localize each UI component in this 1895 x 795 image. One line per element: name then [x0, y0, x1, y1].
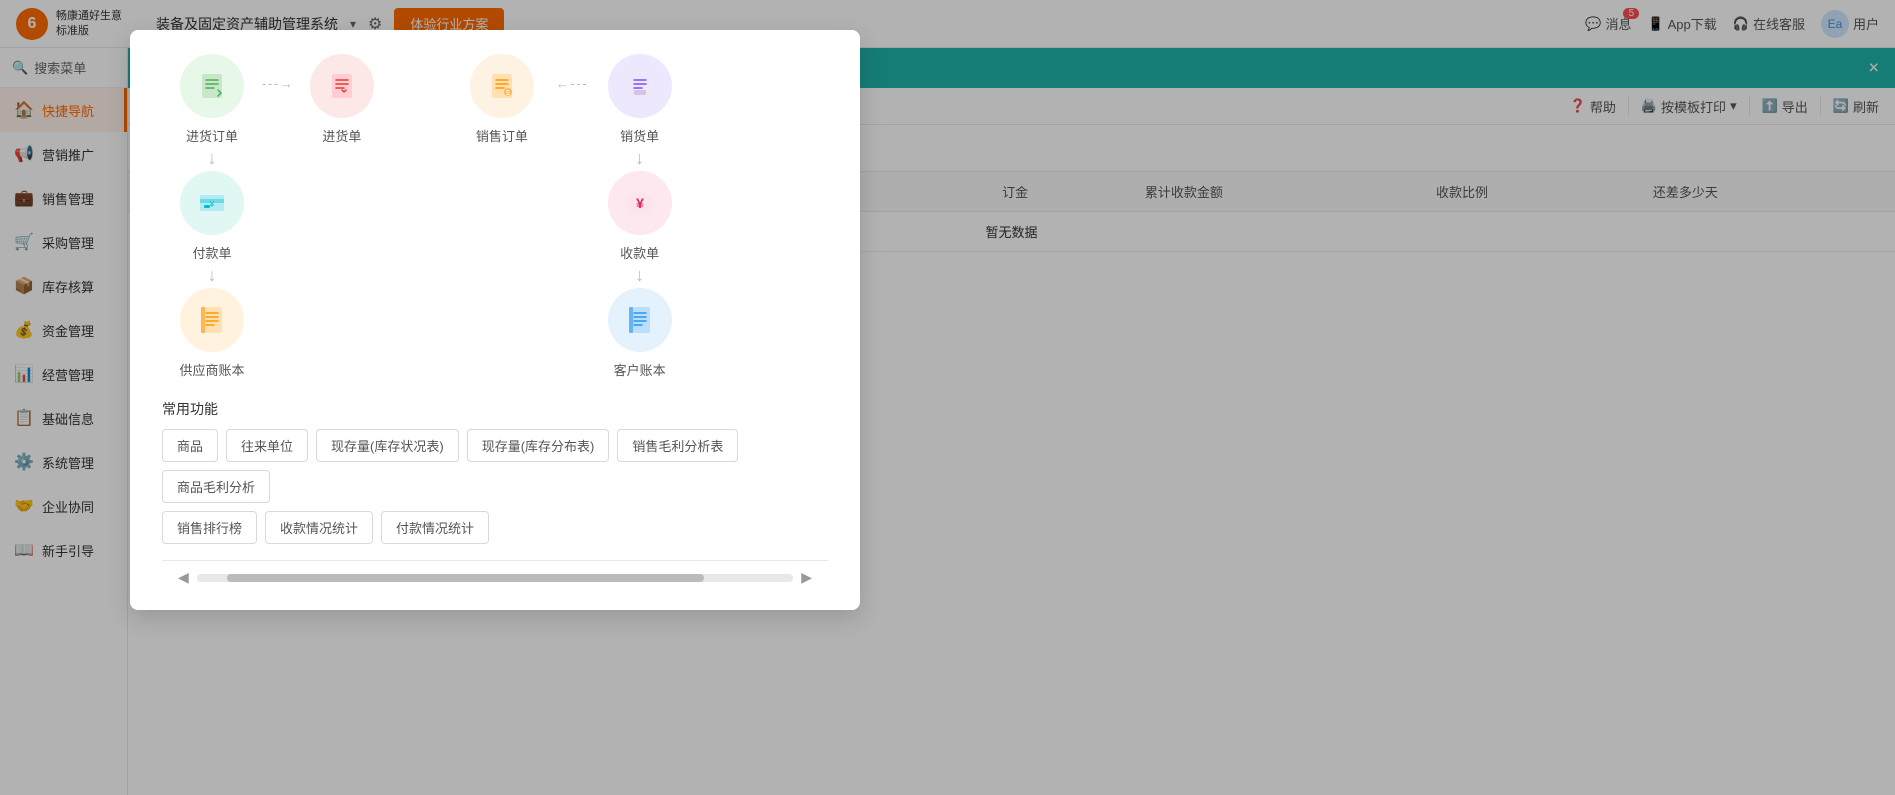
flow-diagram: 进货订单 ↓ ¥ 付款单 ↓ [162, 54, 828, 379]
arrow-down-3: ↓ [208, 266, 217, 284]
func-btn-sales-profit[interactable]: 销售毛利分析表 [617, 429, 738, 462]
quick-nav-popup: 进货订单 ↓ ¥ 付款单 ↓ [130, 48, 860, 610]
arrow-down-4: ↓ [635, 266, 644, 284]
flow-node-customer-ledger[interactable]: 客户账本 [590, 288, 690, 379]
func-btn-receipt-stats[interactable]: 收款情况统计 [265, 511, 373, 544]
svg-text:$: $ [506, 90, 510, 97]
flow-node-payment[interactable]: ¥ 付款单 [162, 171, 262, 262]
popup-overlay: 进货订单 ↓ ¥ 付款单 ↓ [128, 48, 1895, 795]
scroll-track[interactable] [197, 574, 793, 582]
purchase-order-icon [180, 54, 244, 118]
main-area: 🔍 搜索菜单 🏠 快捷导航 📢 营销推广 💼 销售管理 🛒 采购管理 📦 [0, 48, 1895, 795]
flow-node-purchase-bill[interactable]: 进货单 [292, 54, 392, 145]
purchase-bill-icon [310, 54, 374, 118]
arrow-down-1: ↓ [208, 149, 217, 167]
flow-node-supplier-ledger[interactable]: 供应商账本 [162, 288, 262, 379]
arrow-down-2: ↓ [635, 149, 644, 167]
func-btn-stock-dist[interactable]: 现存量(库存分布表) [467, 429, 610, 462]
content-area: 首页 销售订单执行表 × × ❓ 帮助 🖨️ 按模板打印 ▾ [128, 48, 1895, 795]
payment-icon: ¥ [180, 171, 244, 235]
receipt-icon: ¥ [608, 171, 672, 235]
func-btn-product[interactable]: 商品 [162, 429, 218, 462]
func-btn-sales-ranking[interactable]: 销售排行榜 [162, 511, 257, 544]
customer-ledger-icon [608, 288, 672, 352]
common-functions-section: 常用功能 商品 往来单位 现存量(库存状况表) 现存量(库存分布表) 销售毛利分… [162, 399, 828, 544]
sales-bill-icon [608, 54, 672, 118]
svg-text:¥: ¥ [636, 195, 644, 211]
right-flow-main: 销货单 ↓ ¥ 收款单 ↓ [590, 54, 690, 379]
func-btn-stock-status[interactable]: 现存量(库存状况表) [316, 429, 459, 462]
func-buttons-row2: 销售排行榜 收款情况统计 付款情况统计 [162, 511, 828, 544]
flow-node-sales-order[interactable]: $ 销售订单 [452, 54, 552, 145]
func-btn-counterpart[interactable]: 往来单位 [226, 429, 308, 462]
flow-node-purchase-order[interactable]: 进货订单 [162, 54, 262, 145]
func-buttons-row1: 商品 往来单位 现存量(库存状况表) 现存量(库存分布表) 销售毛利分析表 商品… [162, 429, 828, 503]
app-container: 6 畅康通好生意 标准版 装备及固定资产辅助管理系统 ▾ ⚙ 体验行业方案 💬 … [0, 0, 1895, 795]
h-arrow-2: ← - - - [552, 54, 590, 91]
flow-node-sales-bill[interactable]: 销货单 [590, 54, 690, 145]
func-btn-product-profit[interactable]: 商品毛利分析 [162, 470, 270, 503]
scroll-area: ◀ ▶ [162, 560, 828, 594]
h-arrow-1: - - - → [262, 54, 292, 91]
supplier-ledger-icon [180, 288, 244, 352]
right-flow-sales-order: $ 销售订单 [452, 54, 552, 145]
left-flow: 进货订单 ↓ ¥ 付款单 ↓ [162, 54, 262, 379]
purchase-bill-col: 进货单 [292, 54, 392, 145]
flow-node-receipt[interactable]: ¥ 收款单 [590, 171, 690, 262]
svg-text:¥: ¥ [209, 200, 215, 209]
func-btn-payment-stats[interactable]: 付款情况统计 [381, 511, 489, 544]
popup-content: 进货订单 ↓ ¥ 付款单 ↓ [130, 48, 860, 610]
scroll-left-button[interactable]: ◀ [178, 569, 189, 586]
common-functions-title: 常用功能 [162, 399, 828, 419]
scroll-right-button[interactable]: ▶ [801, 569, 812, 586]
sales-order-icon: $ [470, 54, 534, 118]
